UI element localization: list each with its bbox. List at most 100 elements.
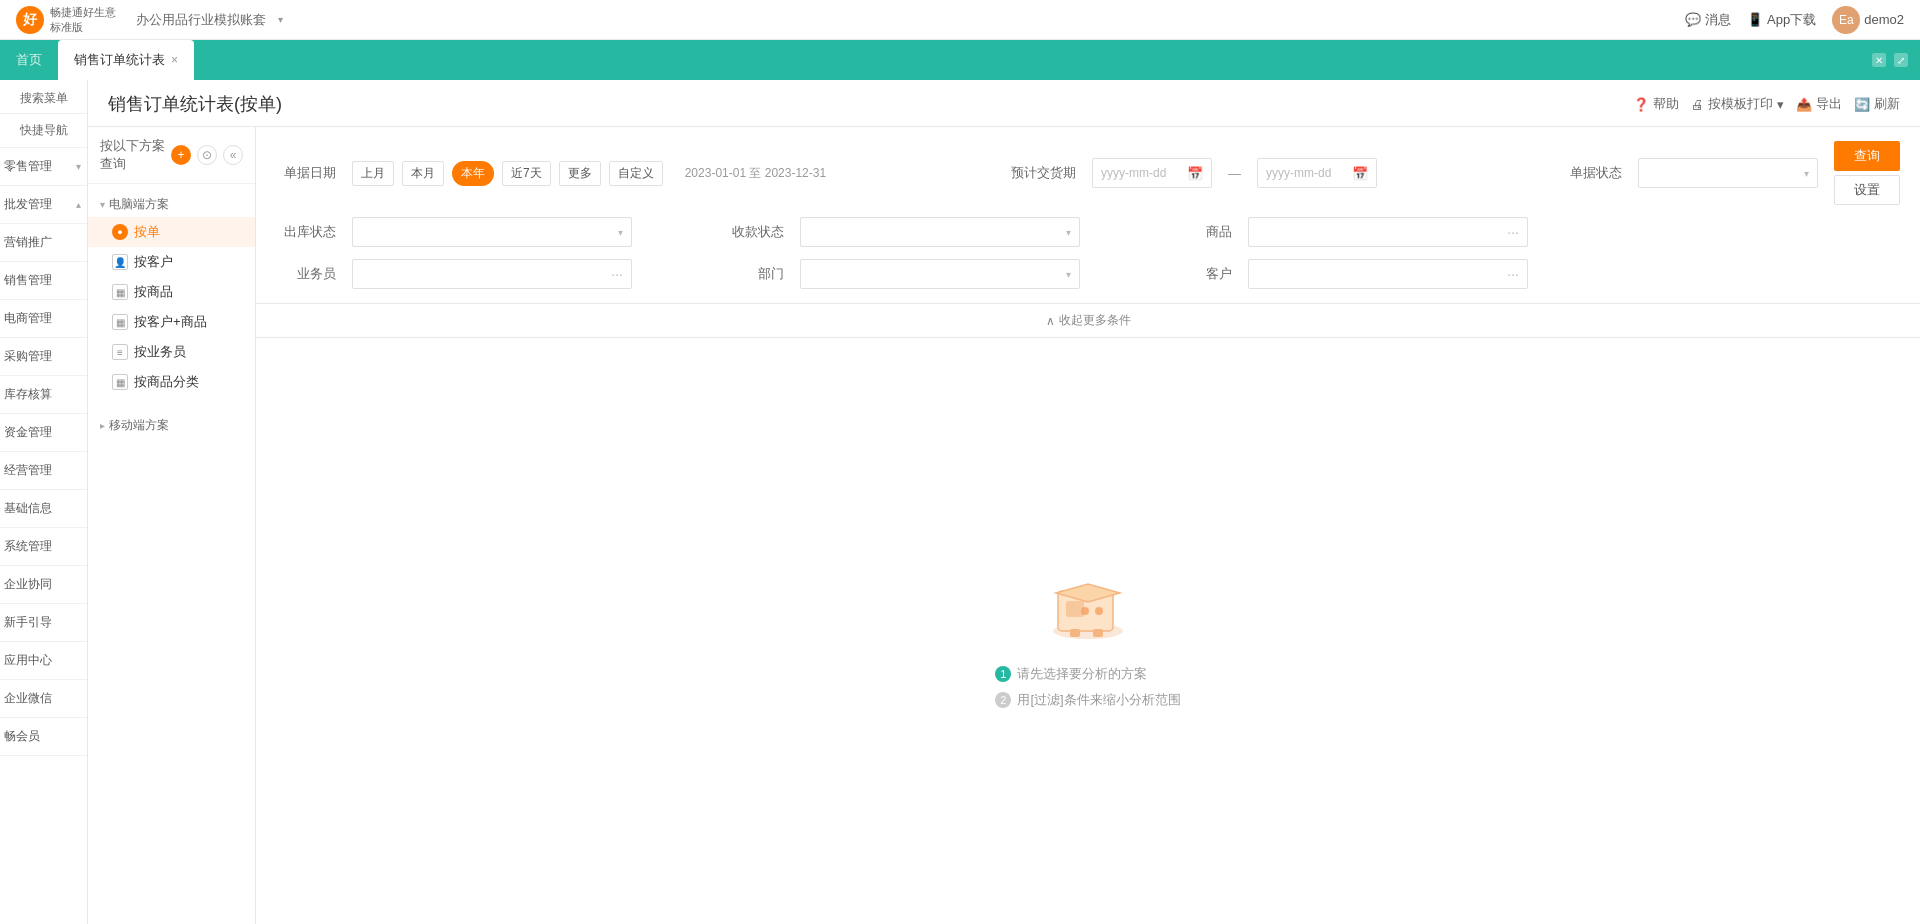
tab-home[interactable]: 首页 — [0, 40, 58, 80]
refresh-btn[interactable]: 🔄 刷新 — [1854, 95, 1900, 113]
scheme-item-cat-icon: ▦ — [112, 374, 128, 390]
sidebar-item-ecommerce[interactable]: 电商管理 — [0, 300, 87, 338]
scheme-item-cg-icon: ▦ — [112, 314, 128, 330]
scheme-item-icon: ● — [112, 224, 128, 240]
payment-status-label: 收款状态 — [724, 223, 784, 241]
print-icon: 🖨 — [1691, 97, 1704, 112]
content-area: 销售订单统计表(按单) ❓ 帮助 🖨 按模板打印 ▾ 📤 导出 🔄 刷新 — [88, 80, 1920, 924]
message-btn[interactable]: 💬 消息 — [1685, 11, 1731, 29]
tab-sales-order[interactable]: 销售订单统计表 × — [58, 40, 194, 80]
date-btn-last-month[interactable]: 上月 — [352, 161, 394, 186]
date-to-input[interactable]: yyyy-mm-dd 📅 — [1257, 158, 1377, 188]
download-icon: 📱 — [1747, 12, 1763, 27]
sidebar-item-marketing[interactable]: 营销推广 — [0, 224, 87, 262]
svg-rect-2 — [1066, 601, 1084, 617]
top-bar-left: 好 畅捷通好生意 标准版 办公用品行业模拟账套 ▾ — [16, 5, 283, 34]
ship-status-select[interactable]: ▾ — [352, 217, 632, 247]
sidebar-item-guide[interactable]: 新手引导 — [0, 604, 87, 642]
date-btn-this-year[interactable]: 本年 — [452, 161, 494, 186]
empty-state: 1 请先选择要分析的方案 2 用[过滤]条件来缩小分析范围 — [256, 338, 1920, 924]
empty-tip-1: 1 请先选择要分析的方案 — [995, 665, 1180, 683]
tip-num-1: 1 — [995, 666, 1011, 682]
window-close-btn[interactable]: ✕ — [1872, 53, 1886, 67]
panels-container: 按以下方案查询 + ⊙ « ▾ 电脑端方案 ● 按单 👤 — [88, 127, 1920, 924]
date-label: 单据日期 — [276, 164, 336, 182]
date-from-input[interactable]: yyyy-mm-dd 📅 — [1092, 158, 1212, 188]
filter-row-1: 单据日期 上月 本月 本年 近7天 更多 自定义 2023-01-01 至 20… — [276, 141, 1900, 205]
sidebar-item-purchase[interactable]: 采购管理 — [0, 338, 87, 376]
date-btn-7days[interactable]: 近7天 — [502, 161, 551, 186]
query-btn[interactable]: 查询 — [1834, 141, 1900, 171]
scheme-collapse-btn[interactable]: « — [223, 145, 243, 165]
date-range-text: 2023-01-01 至 2023-12-31 — [685, 165, 826, 182]
sidebar-item-system[interactable]: 系统管理 — [0, 528, 87, 566]
dept-arrow: ▾ — [1066, 269, 1071, 280]
window-controls: ✕ ⤢ — [1872, 53, 1920, 67]
app-download-btn[interactable]: 📱 App下载 — [1747, 11, 1816, 29]
scheme-item-by-salesperson[interactable]: ≡ 按业务员 — [88, 337, 255, 367]
scheme-item-by-order[interactable]: ● 按单 — [88, 217, 255, 247]
help-btn[interactable]: ❓ 帮助 — [1633, 95, 1679, 113]
top-bar-right: 💬 消息 📱 App下载 Ea demo2 — [1685, 6, 1904, 34]
salesperson-select[interactable]: ··· — [352, 259, 632, 289]
sidebar-item-management[interactable]: 经营管理 — [0, 452, 87, 490]
app-title-dropdown-icon[interactable]: ▾ — [278, 14, 283, 25]
date-btn-this-month[interactable]: 本月 — [402, 161, 444, 186]
salesperson-dots-icon[interactable]: ··· — [611, 266, 623, 282]
scheme-section-desktop: ▾ 电脑端方案 ● 按单 👤 按客户 ▦ 按商品 — [88, 184, 255, 405]
window-maximize-btn[interactable]: ⤢ — [1894, 53, 1908, 67]
sidebar-search[interactable]: 搜索菜单 — [0, 80, 87, 114]
sidebar-item-member[interactable]: 畅会员 — [0, 718, 87, 756]
app-title: 办公用品行业模拟账套 — [136, 11, 266, 29]
date-btn-custom[interactable]: 自定义 — [609, 161, 663, 186]
scheme-item-by-category[interactable]: ▦ 按商品分类 — [88, 367, 255, 397]
doc-status-label: 单据状态 — [1562, 164, 1622, 182]
tab-close-btn[interactable]: × — [171, 53, 178, 67]
date-btn-group: 上月 本月 本年 近7天 更多 自定义 — [352, 161, 663, 186]
sidebar: 搜索菜单 快捷导航 零售管理 ▾ 批发管理 ▴ 营销推广 销售管理 电商管理 采… — [0, 80, 88, 924]
export-btn[interactable]: 📤 导出 — [1796, 95, 1842, 113]
scheme-item-by-customer-goods[interactable]: ▦ 按客户+商品 — [88, 307, 255, 337]
customer-dots-icon[interactable]: ··· — [1507, 266, 1519, 282]
empty-illustration — [1028, 546, 1148, 649]
doc-status-arrow-icon: ▾ — [1804, 168, 1809, 179]
sidebar-item-enterprise[interactable]: 企业协同 — [0, 566, 87, 604]
goods-select[interactable]: ··· — [1248, 217, 1528, 247]
scheme-edit-btn[interactable]: ⊙ — [197, 145, 217, 165]
expected-date-label: 预计交货期 — [1011, 164, 1076, 182]
date-btn-more[interactable]: 更多 — [559, 161, 601, 186]
filter-area: 单据日期 上月 本月 本年 近7天 更多 自定义 2023-01-01 至 20… — [256, 127, 1920, 304]
print-btn[interactable]: 🖨 按模板打印 ▾ — [1691, 95, 1784, 113]
sidebar-item-wholesale[interactable]: 批发管理 ▴ — [0, 186, 87, 224]
scheme-section-title-mobile: ▸ 移动端方案 — [88, 413, 255, 438]
section-mobile-icon: ▸ — [100, 420, 105, 431]
doc-status-select[interactable]: ▾ — [1638, 158, 1818, 188]
help-icon: ❓ — [1633, 97, 1649, 112]
sidebar-item-apps[interactable]: 应用中心 — [0, 642, 87, 680]
empty-tip-2: 2 用[过滤]条件来缩小分析范围 — [995, 691, 1180, 709]
sidebar-item-inventory[interactable]: 库存核算 — [0, 376, 87, 414]
logo-area: 好 畅捷通好生意 标准版 — [16, 5, 116, 34]
sidebar-item-sales[interactable]: 销售管理 — [0, 262, 87, 300]
payment-status-select[interactable]: ▾ — [800, 217, 1080, 247]
sidebar-item-retail[interactable]: 零售管理 ▾ — [0, 148, 87, 186]
scheme-add-btn[interactable]: + — [171, 145, 191, 165]
collapse-bar[interactable]: ∧ 收起更多条件 — [256, 304, 1920, 338]
sidebar-item-wechat[interactable]: 企业微信 — [0, 680, 87, 718]
settings-btn[interactable]: 设置 — [1834, 175, 1900, 205]
goods-dots-icon[interactable]: ··· — [1507, 224, 1519, 240]
dept-select[interactable]: ▾ — [800, 259, 1080, 289]
scheme-item-customer-icon: 👤 — [112, 254, 128, 270]
print-dropdown-icon: ▾ — [1777, 97, 1784, 112]
scheme-item-bar-icon: ≡ — [112, 344, 128, 360]
user-avatar-area[interactable]: Ea demo2 — [1832, 6, 1904, 34]
customer-select[interactable]: ··· — [1248, 259, 1528, 289]
scheme-item-by-goods[interactable]: ▦ 按商品 — [88, 277, 255, 307]
export-icon: 📤 — [1796, 97, 1812, 112]
scheme-item-by-customer[interactable]: 👤 按客户 — [88, 247, 255, 277]
sidebar-item-basic[interactable]: 基础信息 — [0, 490, 87, 528]
sidebar-item-finance[interactable]: 资金管理 — [0, 414, 87, 452]
sidebar-shortcut[interactable]: 快捷导航 — [0, 114, 87, 148]
svg-point-4 — [1095, 607, 1103, 615]
dept-label: 部门 — [724, 265, 784, 283]
